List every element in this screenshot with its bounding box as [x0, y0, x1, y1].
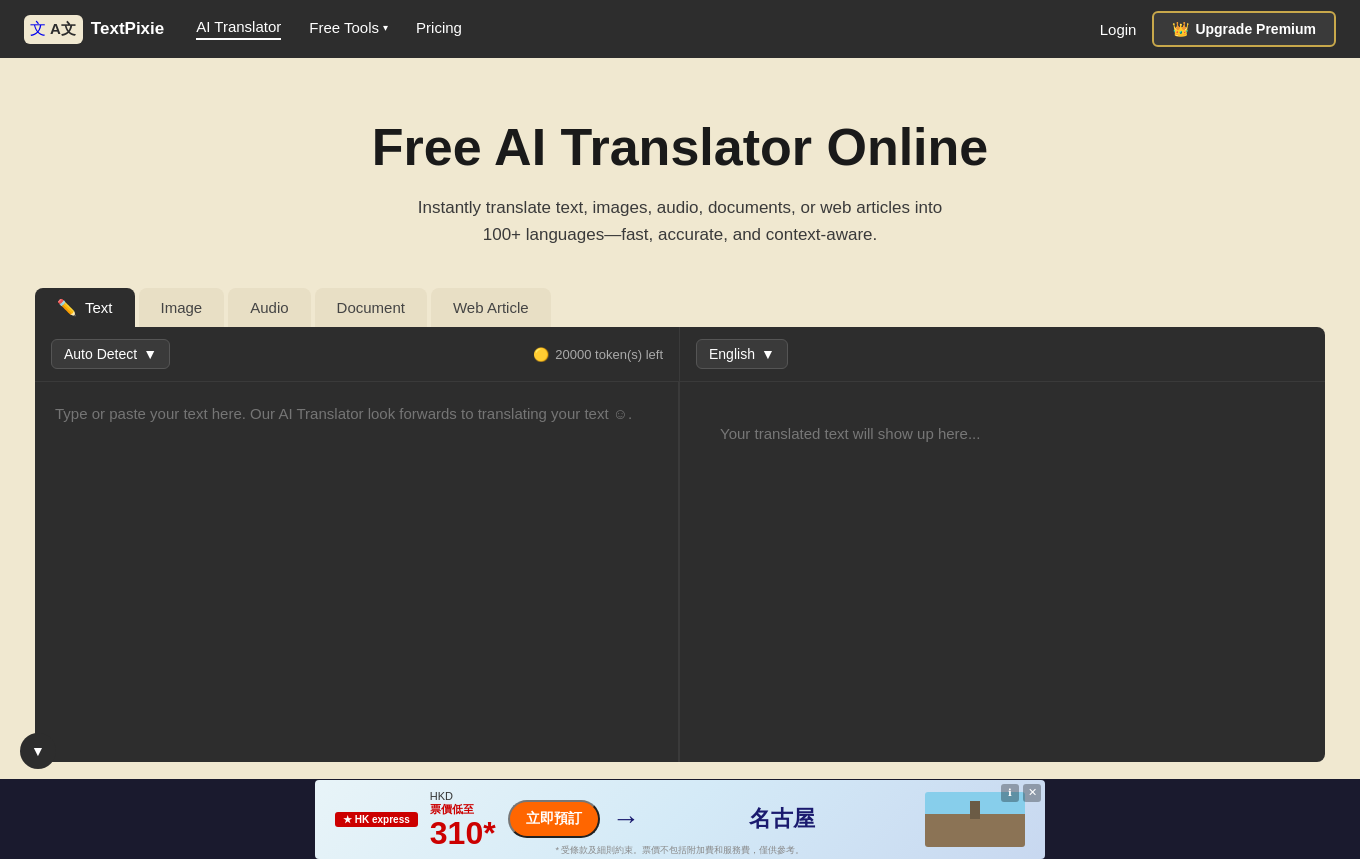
ad-price-section: HKD 票價低至 310* [430, 790, 496, 849]
tab-text[interactable]: ✏️ Text [35, 288, 135, 327]
token-icon: 🟡 [533, 347, 549, 362]
source-text-input[interactable] [55, 402, 658, 732]
nav-right: Login 👑 Upgrade Premium [1100, 11, 1336, 47]
crown-icon: 👑 [1172, 21, 1189, 37]
logo-link[interactable]: 文 A文 TextPixie [24, 15, 164, 44]
nav-ai-translator[interactable]: AI Translator [196, 18, 281, 40]
dropdown-arrow-icon: ▼ [761, 346, 775, 362]
ad-destination-text: 名古屋 [749, 804, 815, 834]
nav-links: AI Translator Free Tools ▾ Pricing [196, 18, 1067, 40]
hero-section: Free AI Translator Online Instantly tran… [0, 58, 1360, 288]
target-lang-row: English ▼ [680, 327, 1325, 382]
hero-title: Free AI Translator Online [20, 118, 1340, 178]
logo-icon: 文 [30, 19, 46, 40]
ad-price: 310* [430, 817, 496, 849]
ad-currency: HKD [430, 790, 496, 802]
source-column: Auto Detect ▼ 🟡 20000 token(s) left [35, 327, 680, 762]
login-button[interactable]: Login [1100, 21, 1137, 38]
brand-name: TextPixie [91, 19, 164, 39]
ad-close-button[interactable]: ✕ [1023, 784, 1041, 802]
upgrade-button[interactable]: 👑 Upgrade Premium [1152, 11, 1336, 47]
logo-box: 文 A文 [24, 15, 83, 44]
ad-cta-button[interactable]: 立即預訂 [508, 800, 600, 838]
output-text: Your translated text will show up here..… [700, 402, 1305, 466]
tab-web-article[interactable]: Web Article [431, 288, 551, 327]
ad-inner: ★ HK express HKD 票價低至 310* 立即預訂 → 名古屋 [335, 790, 1025, 849]
expand-button[interactable]: ▼ [20, 733, 56, 769]
ad-arrow: → [612, 803, 640, 835]
token-info: 🟡 20000 token(s) left [533, 347, 663, 362]
translator-container: ✏️ Text Image Audio Document Web Article… [15, 288, 1345, 762]
tab-image[interactable]: Image [139, 288, 225, 327]
ad-logo-section: ★ HK express [335, 812, 418, 827]
panels-wrapper: Auto Detect ▼ 🟡 20000 token(s) left Eng [35, 327, 1325, 762]
dropdown-arrow-icon: ▾ [383, 22, 388, 33]
ad-cta-label: 立即預訂 [526, 810, 582, 826]
ad-destination: 名古屋 [652, 804, 913, 834]
target-language-select[interactable]: English ▼ [696, 339, 788, 369]
token-count: 20000 token(s) left [555, 347, 663, 362]
castle-base [960, 817, 990, 847]
output-panel: Your translated text will show up here..… [680, 382, 1325, 762]
nav-free-tools[interactable]: Free Tools ▾ [309, 19, 388, 39]
tab-audio[interactable]: Audio [228, 288, 310, 327]
pencil-icon: ✏️ [57, 298, 77, 317]
chevron-down-icon: ▼ [31, 743, 45, 759]
logo-text: A文 [50, 20, 77, 39]
dropdown-arrow-icon: ▼ [143, 346, 157, 362]
nav-pricing[interactable]: Pricing [416, 19, 462, 39]
ad-info-button[interactable]: ℹ [1001, 784, 1019, 802]
castle-tower [970, 801, 980, 819]
source-input-panel [35, 382, 679, 762]
navigation: 文 A文 TextPixie AI Translator Free Tools … [0, 0, 1360, 58]
ad-banner: ★ HK express HKD 票價低至 310* 立即預訂 → 名古屋 ℹ … [0, 779, 1360, 859]
translator-panel: Auto Detect ▼ 🟡 20000 token(s) left Eng [35, 327, 1325, 762]
tab-document[interactable]: Document [315, 288, 427, 327]
ad-disclaimer: * 受條款及細則約束。票價不包括附加費和服務費，僅供參考。 [555, 844, 804, 857]
upgrade-label: Upgrade Premium [1195, 21, 1316, 37]
target-column: English ▼ Your translated text will show… [680, 327, 1325, 762]
tabs: ✏️ Text Image Audio Document Web Article [35, 288, 1325, 327]
source-language-select[interactable]: Auto Detect ▼ [51, 339, 170, 369]
source-lang-row: Auto Detect ▼ 🟡 20000 token(s) left [35, 327, 679, 382]
hero-subtitle: Instantly translate text, images, audio,… [330, 194, 1030, 248]
ad-logo: ★ HK express [335, 812, 418, 827]
